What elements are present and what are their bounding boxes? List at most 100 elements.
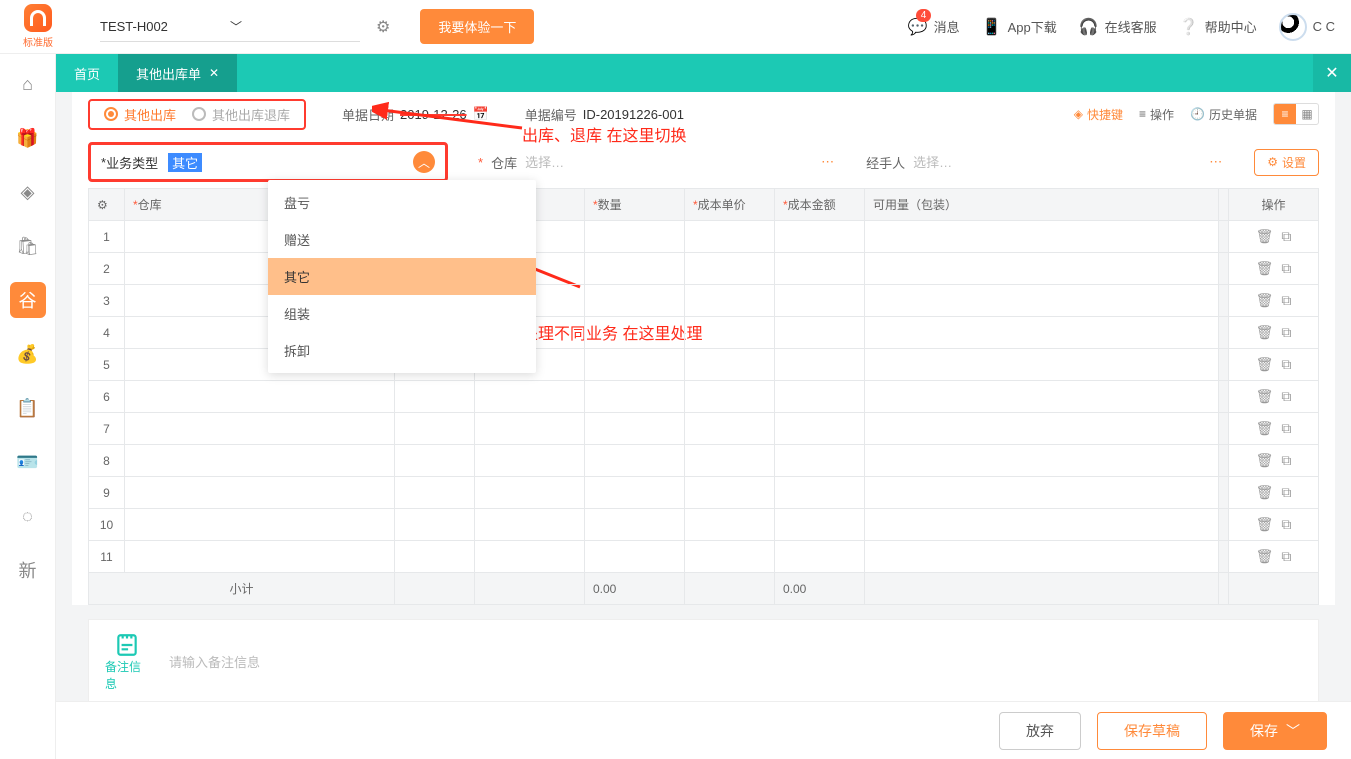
settings-button[interactable]: ⚙ 设置 bbox=[1254, 149, 1319, 176]
subtotal-row: 小计 0.00 0.00 bbox=[89, 573, 1319, 605]
copy-icon[interactable]: ⧉ bbox=[1281, 356, 1291, 372]
row-index: 8 bbox=[89, 445, 125, 477]
table-row[interactable]: 11 🗑 ⧉ bbox=[89, 541, 1319, 573]
save-button[interactable]: 保存﹀ bbox=[1223, 712, 1327, 750]
logo: 标准版 bbox=[16, 4, 60, 49]
delete-icon[interactable]: 🗑 bbox=[1256, 548, 1274, 564]
nav-bag-icon[interactable]: 🛍 bbox=[10, 228, 46, 264]
filter-row: * 业务类型 其它 ︿ *仓库 选择…⋯ 经手人 选择…⋯ ⚙ 设置 bbox=[72, 136, 1335, 188]
delete-icon[interactable]: 🗑 bbox=[1256, 484, 1274, 500]
save-draft-button[interactable]: 保存草稿 bbox=[1097, 712, 1207, 750]
nav-money-icon[interactable]: 💰 bbox=[10, 336, 46, 372]
delete-icon[interactable]: 🗑 bbox=[1256, 388, 1274, 404]
discard-button[interactable]: 放弃 bbox=[999, 712, 1081, 750]
org-name: TEST-H002 bbox=[100, 19, 230, 34]
dd-item-pankui[interactable]: 盘亏 bbox=[268, 184, 536, 221]
remarks-input[interactable] bbox=[169, 655, 1302, 670]
app-download-button[interactable]: 📱 App下载 bbox=[982, 17, 1057, 37]
nav-clipboard-icon[interactable]: 📋 bbox=[10, 390, 46, 426]
row-index: 9 bbox=[89, 477, 125, 509]
ops-link[interactable]: ≡ 操作 bbox=[1139, 106, 1174, 123]
trial-button[interactable]: 我要体验一下 bbox=[420, 9, 534, 44]
delete-icon[interactable]: 🗑 bbox=[1256, 324, 1274, 340]
copy-icon[interactable]: ⧉ bbox=[1281, 484, 1291, 500]
copy-icon[interactable]: ⧉ bbox=[1281, 260, 1291, 276]
view-grid-icon[interactable]: ▦ bbox=[1296, 104, 1318, 124]
shortcut-link[interactable]: ◈ 快捷键 bbox=[1074, 106, 1123, 123]
messages-button[interactable]: 💬 4 消息 bbox=[908, 17, 960, 37]
row-index: 10 bbox=[89, 509, 125, 541]
delete-icon[interactable]: 🗑 bbox=[1256, 260, 1274, 276]
copy-icon[interactable]: ⧉ bbox=[1281, 228, 1291, 244]
row-index: 4 bbox=[89, 317, 125, 349]
nav-warehouse-icon[interactable]: ⾕ bbox=[10, 282, 46, 318]
chevron-down-icon: ﹀ bbox=[230, 18, 360, 35]
logo-icon bbox=[24, 4, 52, 32]
dd-item-zengsong[interactable]: 赠送 bbox=[268, 221, 536, 258]
radio-outbound[interactable]: 其他出库 bbox=[104, 105, 176, 124]
close-all-tabs[interactable]: ✕ bbox=[1313, 54, 1351, 92]
tab-bar: 首页 其他出库单 ✕ ✕ bbox=[56, 54, 1351, 92]
gear-icon[interactable]: ⚙ bbox=[376, 17, 390, 37]
row-index: 11 bbox=[89, 541, 125, 573]
business-type-value: 其它 bbox=[168, 153, 202, 172]
phone-icon: 📱 bbox=[982, 17, 1002, 37]
copy-icon[interactable]: ⧉ bbox=[1281, 292, 1291, 308]
nav-gift-icon[interactable]: 🎁 bbox=[10, 120, 46, 156]
messages-label: 消息 bbox=[934, 17, 960, 36]
help-button[interactable]: ❔ 帮助中心 bbox=[1179, 17, 1257, 37]
delete-icon[interactable]: 🗑 bbox=[1256, 356, 1274, 372]
doc-date[interactable]: 单据日期 2019-12-26 📅 bbox=[342, 105, 489, 124]
copy-icon[interactable]: ⧉ bbox=[1281, 324, 1291, 340]
copy-icon[interactable]: ⧉ bbox=[1281, 420, 1291, 436]
col-config[interactable]: ⚙ bbox=[89, 189, 125, 221]
delete-icon[interactable]: 🗑 bbox=[1256, 420, 1274, 436]
table-row[interactable]: 8 🗑 ⧉ bbox=[89, 445, 1319, 477]
radio-outbound-return[interactable]: 其他出库退库 bbox=[192, 105, 290, 124]
table-row[interactable]: 7 🗑 ⧉ bbox=[89, 413, 1319, 445]
business-type-field[interactable]: * 业务类型 其它 ︿ bbox=[88, 142, 448, 182]
delete-icon[interactable]: 🗑 bbox=[1256, 452, 1274, 468]
nav-diamond-icon[interactable]: ◈ bbox=[10, 174, 46, 210]
nav-new-icon[interactable]: 新 bbox=[10, 552, 46, 588]
nav-home-icon[interactable]: ⌂ bbox=[10, 66, 46, 102]
org-selector[interactable]: TEST-H002 ﹀ bbox=[100, 12, 360, 42]
dd-item-zuzhuang[interactable]: 组装 bbox=[268, 295, 536, 332]
dd-item-chaixie[interactable]: 拆卸 bbox=[268, 332, 536, 369]
delete-icon[interactable]: 🗑 bbox=[1256, 292, 1274, 308]
copy-icon[interactable]: ⧉ bbox=[1281, 516, 1291, 532]
handler-field[interactable]: 经手人 选择…⋯ bbox=[866, 152, 1224, 172]
delete-icon[interactable]: 🗑 bbox=[1256, 516, 1274, 532]
row-index: 1 bbox=[89, 221, 125, 253]
copy-icon[interactable]: ⧉ bbox=[1281, 452, 1291, 468]
row-index: 3 bbox=[89, 285, 125, 317]
table-row[interactable]: 9 🗑 ⧉ bbox=[89, 477, 1319, 509]
warehouse-field[interactable]: *仓库 选择…⋯ bbox=[478, 152, 836, 172]
nav-loading-icon[interactable]: ◌ bbox=[10, 498, 46, 534]
row-index: 7 bbox=[89, 413, 125, 445]
chevron-up-icon[interactable]: ︿ bbox=[413, 151, 435, 173]
header-right: 💬 4 消息 📱 App下载 🎧 在线客服 ❔ 帮助中心 C C bbox=[908, 13, 1335, 41]
nav-id-icon[interactable]: 🪪 bbox=[10, 444, 46, 480]
business-type-dropdown: 盘亏 赠送 其它 组装 拆卸 bbox=[268, 180, 536, 373]
user-menu[interactable]: C C bbox=[1279, 13, 1335, 41]
delete-icon[interactable]: 🗑 bbox=[1256, 228, 1274, 244]
view-list-icon[interactable]: ≡ bbox=[1274, 104, 1296, 124]
remarks-section: 备注信息 bbox=[88, 619, 1319, 705]
more-icon: ⋯ bbox=[1209, 154, 1224, 170]
dd-item-qita[interactable]: 其它 bbox=[268, 258, 536, 295]
chevron-down-icon: ﹀ bbox=[1286, 721, 1300, 741]
copy-icon[interactable]: ⧉ bbox=[1281, 548, 1291, 564]
copy-icon[interactable]: ⧉ bbox=[1281, 388, 1291, 404]
close-icon[interactable]: ✕ bbox=[209, 66, 219, 80]
tab-other-outbound[interactable]: 其他出库单 ✕ bbox=[118, 54, 237, 92]
doc-type-radio-group: 其他出库 其他出库退库 bbox=[88, 99, 306, 130]
radio-dot-icon bbox=[192, 107, 206, 121]
tab-home[interactable]: 首页 bbox=[56, 54, 118, 92]
table-row[interactable]: 6🗑⧉ bbox=[89, 381, 1319, 413]
support-button[interactable]: 🎧 在线客服 bbox=[1079, 17, 1157, 37]
view-toggle[interactable]: ≡ ▦ bbox=[1273, 103, 1319, 125]
table-row[interactable]: 10 🗑 ⧉ bbox=[89, 509, 1319, 541]
history-link[interactable]: 🕘 历史单据 bbox=[1190, 106, 1257, 123]
footer-actions: 放弃 保存草稿 保存﹀ bbox=[56, 701, 1351, 759]
